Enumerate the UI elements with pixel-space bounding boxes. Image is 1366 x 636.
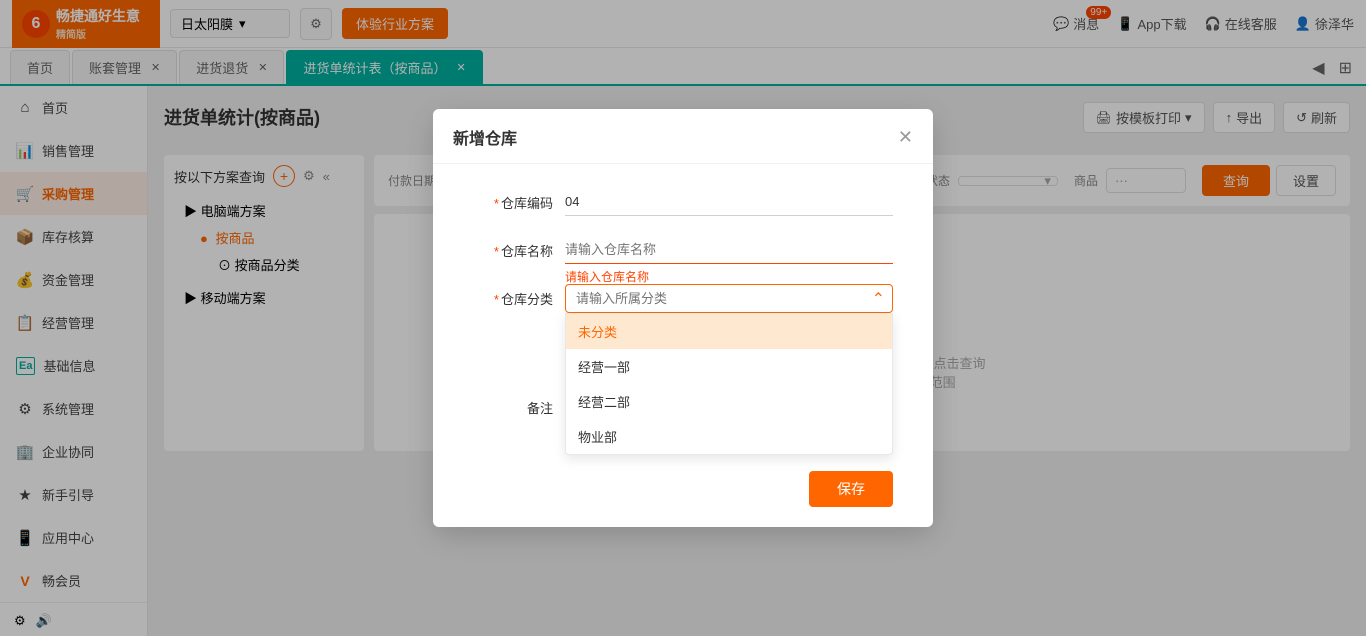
- dialog-body: 仓库编码 仓库名称 请输入仓库名称 仓库分类 ⌃: [433, 164, 933, 461]
- dialog-close-button[interactable]: ✕: [898, 127, 913, 148]
- code-label: 仓库编码: [473, 193, 553, 212]
- category-label: 仓库分类: [473, 289, 553, 308]
- modal-overlay: 新增仓库 ✕ 仓库编码 仓库名称 请输入仓库名称 仓库分类: [0, 0, 1366, 636]
- category-select-wrapper: ⌃: [565, 284, 893, 313]
- category-dropdown: 未分类 经营一部 经营二部 物业部: [565, 313, 893, 455]
- dropdown-item-dept2[interactable]: 经营二部: [566, 384, 892, 419]
- code-field-row: 仓库编码: [473, 188, 893, 216]
- dialog-title: 新增仓库: [453, 125, 517, 149]
- dropdown-item-dept1[interactable]: 经营一部: [566, 349, 892, 384]
- name-input[interactable]: [565, 236, 893, 264]
- dialog-header: 新增仓库 ✕: [433, 109, 933, 164]
- dialog-footer: 保存: [433, 461, 933, 527]
- category-arrow-icon[interactable]: ⌃: [872, 289, 885, 309]
- name-label: 仓库名称: [473, 241, 553, 260]
- name-field-row: 仓库名称 请输入仓库名称: [473, 236, 893, 264]
- dropdown-item-property[interactable]: 物业部: [566, 419, 892, 454]
- save-button[interactable]: 保存: [809, 471, 893, 507]
- code-input[interactable]: [565, 188, 893, 216]
- category-field-row: 仓库分类 ⌃ 未分类 经营一部 经营二部 物业部: [473, 284, 893, 313]
- note-label: 备注: [473, 398, 553, 417]
- category-input[interactable]: [565, 284, 893, 313]
- name-error-message: 请输入仓库名称: [565, 268, 649, 285]
- dropdown-item-uncategorized[interactable]: 未分类: [566, 314, 892, 349]
- new-warehouse-dialog: 新增仓库 ✕ 仓库编码 仓库名称 请输入仓库名称 仓库分类: [433, 109, 933, 527]
